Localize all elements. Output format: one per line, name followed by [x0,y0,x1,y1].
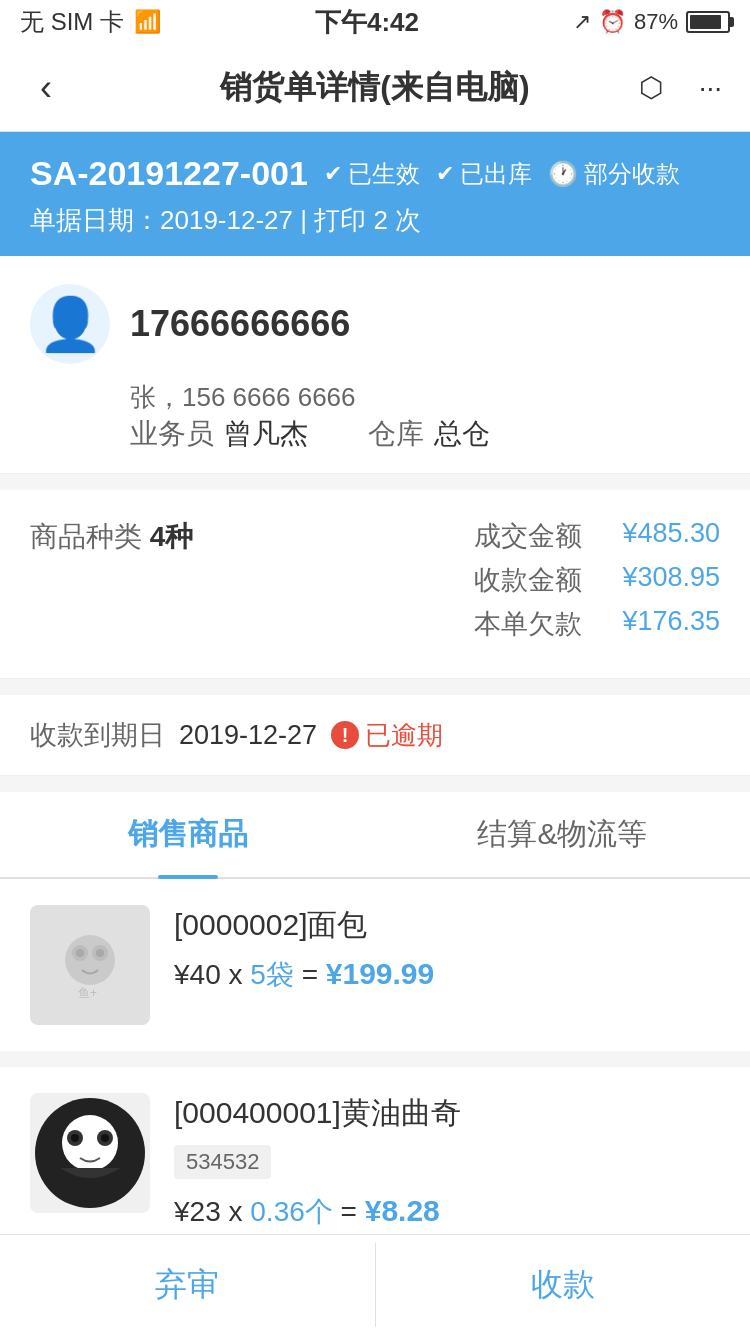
svg-point-11 [101,1134,109,1142]
product-item: [000400001]黄油曲奇 534532 ¥23 x 0.36个 = ¥8.… [0,1067,750,1257]
clock-icon: 🕐 [548,160,578,188]
status-bar: 无 SIM 卡 📶 下午4:42 ↗ ⏰ 87% [0,0,750,44]
nav-bar: ‹ 销货单详情(来自电脑) ⬡ ··· [0,44,750,132]
svg-point-4 [96,949,104,957]
product-item: 鱼+ [0000002]面包 ¥40 x 5袋 = ¥199.99 [0,879,750,1051]
product-unit-price-2: ¥23 [174,1196,221,1227]
due-section: 收款到期日 2019-12-27 ! 已逾期 [0,695,750,776]
customer-section: 👤 17666666666 张，156 6666 6666 业务员 曾凡杰 仓库… [0,256,750,474]
product-tag-2: 534532 [174,1145,271,1179]
check-icon-2: ✔ [436,161,454,187]
order-header: SA-20191227-001 ✔ 已生效 ✔ 已出库 🕐 部分收款 单据日期：… [0,132,750,256]
product-price-2: ¥23 x 0.36个 = ¥8.28 [174,1193,720,1231]
page-title: 销货单详情(来自电脑) [220,66,529,110]
product-thumbnail-1: 鱼+ [30,905,150,1025]
amount-value: ¥485.30 [622,518,720,554]
svg-text:鱼+: 鱼+ [78,986,97,1000]
type-count: 4种 [150,521,194,552]
received-label: 收款金额 [474,562,582,598]
product-qty-2: 0.36个 [250,1196,333,1227]
svg-point-0 [65,935,115,985]
battery-icon [686,11,730,33]
check-icon-1: ✔ [324,161,342,187]
type-label: 商品种类 [30,521,142,552]
overdue-text: 已逾期 [365,718,443,753]
debt-item: 本单欠款 ¥176.35 [474,606,720,642]
order-id: SA-20191227-001 [30,154,308,193]
product-image-2 [30,1093,150,1213]
status-bar-left: 无 SIM 卡 📶 [20,6,161,38]
share-button[interactable]: ⬡ [631,63,671,112]
carrier-label: 无 SIM 卡 [20,6,124,38]
avatar: 👤 [30,284,110,364]
overdue-icon: ! [331,721,359,749]
tab-settlement[interactable]: 结算&物流等 [375,792,750,877]
product-info-2: [000400001]黄油曲奇 534532 ¥23 x 0.36个 = ¥8.… [174,1093,720,1231]
customer-name: 17666666666 [130,303,350,345]
collect-payment-button[interactable]: 收款 [376,1243,751,1327]
product-total-1: ¥199.99 [326,957,434,990]
status-bar-right: ↗ ⏰ 87% [573,9,730,35]
product-qty-1: 5袋 [250,959,294,990]
product-total-2: ¥8.28 [365,1194,440,1227]
product-multiply-1: x [229,959,251,990]
status-partial: 🕐 部分收款 [548,158,680,190]
nav-actions: ⬡ ··· [631,63,730,112]
stats-left: 商品种类 4种 [30,518,193,556]
product-eq-2: = [341,1196,365,1227]
user-icon: 👤 [38,294,103,355]
debt-label: 本单欠款 [474,606,582,642]
location-icon: ↗ [573,9,591,35]
product-unit-price-1: ¥40 [174,959,221,990]
wifi-icon: 📶 [134,9,161,35]
customer-contact: 张，156 6666 6666 [130,380,720,415]
received-value: ¥308.95 [622,562,720,598]
overdue-badge: ! 已逾期 [331,718,443,753]
product-thumbnail-2 [30,1093,150,1213]
product-info-1: [0000002]面包 ¥40 x 5袋 = ¥199.99 [174,905,720,994]
battery-percent: 87% [634,9,678,35]
stats-right: 成交金额 ¥485.30 收款金额 ¥308.95 本单欠款 ¥176.35 [474,518,720,650]
due-label: 收款到期日 [30,717,165,753]
amount-item: 成交金额 ¥485.30 [474,518,720,554]
warehouse-value: 总仓 [434,415,490,453]
warehouse-item: 仓库 总仓 [368,415,490,453]
status-shipped: ✔ 已出库 [436,158,532,190]
salesperson-item: 业务员 曾凡杰 [130,415,308,453]
alarm-icon: ⏰ [599,9,626,35]
more-button[interactable]: ··· [691,64,730,112]
product-multiply-2: x [229,1196,251,1227]
product-name-2: [000400001]黄油曲奇 [174,1093,720,1134]
debt-value: ¥176.35 [622,606,720,642]
status-bar-time: 下午4:42 [315,5,419,40]
products-list: 鱼+ [0000002]面包 ¥40 x 5袋 = ¥199.99 [0,879,750,1257]
bottom-action-bar: 弃审 收款 [0,1234,750,1334]
customer-meta: 业务员 曾凡杰 仓库 总仓 [130,415,720,453]
product-name-1: [0000002]面包 [174,905,720,946]
cancel-review-button[interactable]: 弃审 [0,1243,376,1327]
back-button[interactable]: ‹ [30,57,62,119]
salesperson-value: 曾凡杰 [224,415,308,453]
due-date: 2019-12-27 [179,720,317,751]
salesperson-label: 业务员 [130,415,214,453]
tabs-section: 销售商品 结算&物流等 [0,792,750,879]
tab-products[interactable]: 销售商品 [0,792,375,877]
product-price-1: ¥40 x 5袋 = ¥199.99 [174,956,720,994]
amount-label: 成交金额 [474,518,582,554]
status-active: ✔ 已生效 [324,158,420,190]
product-image-1: 鱼+ [50,925,130,1005]
order-date: 单据日期：2019-12-27 | 打印 2 次 [30,203,720,238]
received-item: 收款金额 ¥308.95 [474,562,720,598]
warehouse-label: 仓库 [368,415,424,453]
svg-point-3 [76,949,84,957]
product-eq-1: = [302,959,326,990]
stats-section: 商品种类 4种 成交金额 ¥485.30 收款金额 ¥308.95 本单欠款 ¥… [0,490,750,679]
svg-point-10 [71,1134,79,1142]
